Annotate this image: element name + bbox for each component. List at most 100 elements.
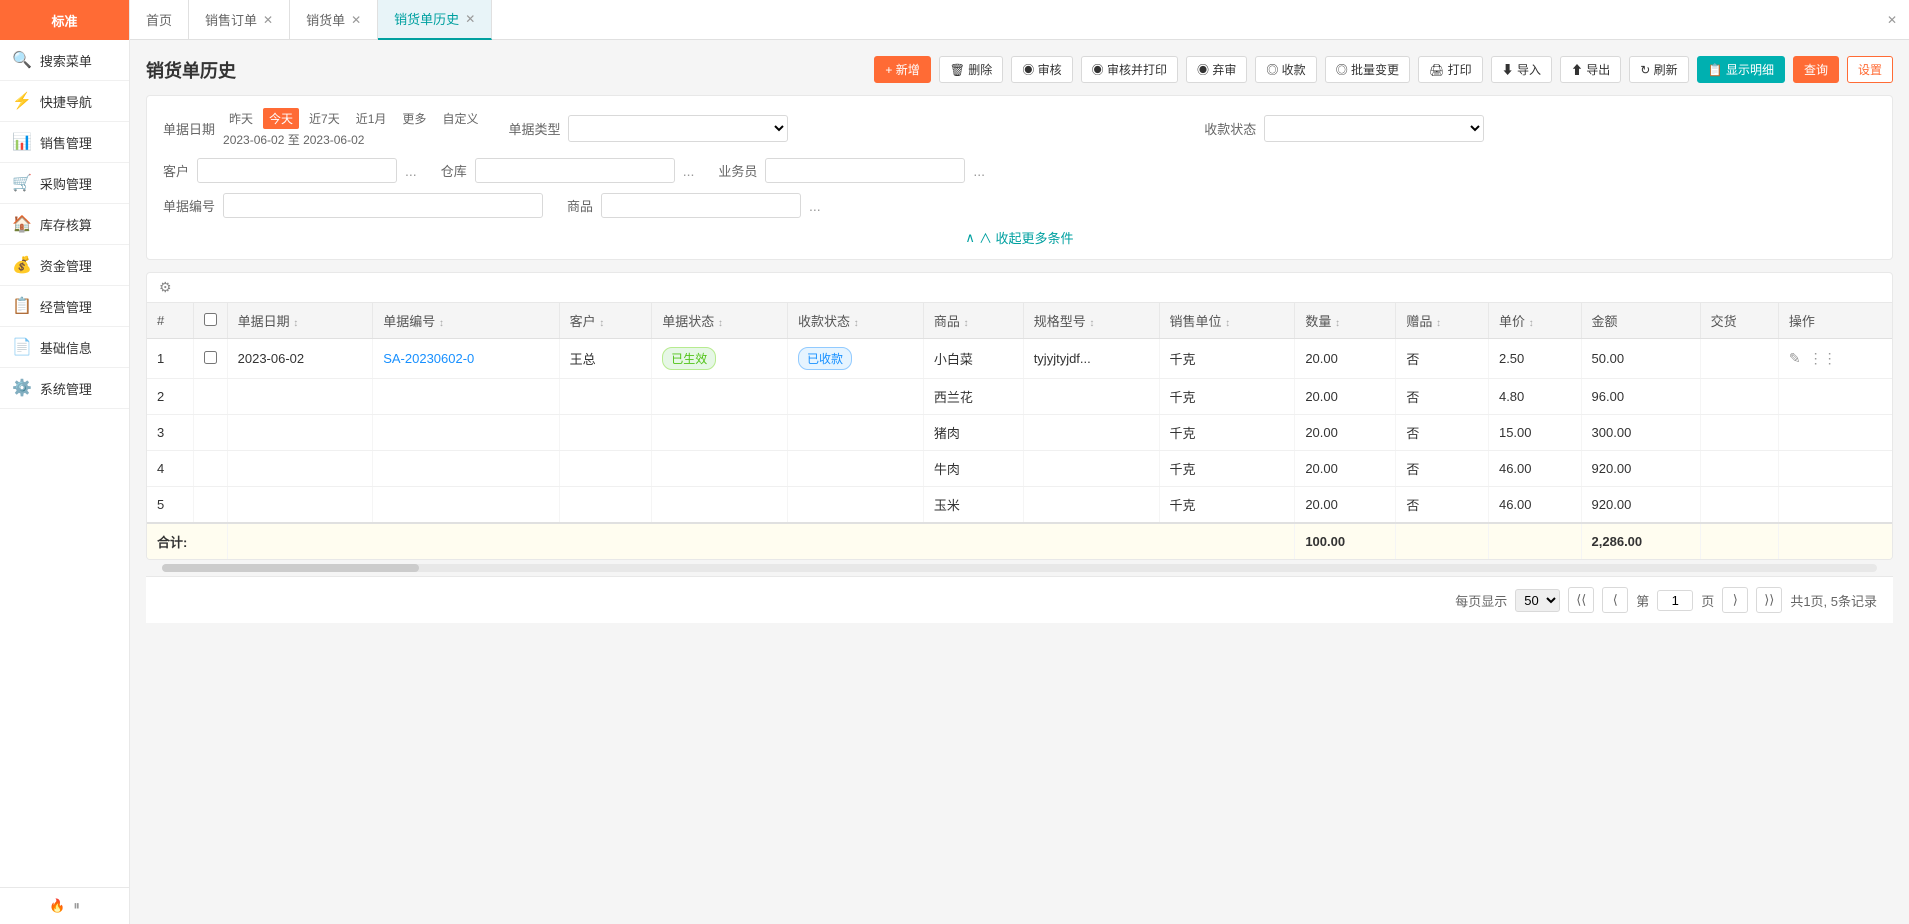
sidebar-item-funds-mgmt[interactable]: 💰 资金管理 [0,245,129,286]
refresh-button[interactable]: ↻ 刷新 [1629,56,1688,83]
scroll-thumb[interactable] [162,564,419,572]
collapse-label: ∧ 收起更多条件 [979,228,1074,247]
sidebar-item-sales-mgmt[interactable]: 📊 销售管理 [0,122,129,163]
date-tab-today[interactable]: 今天 [263,108,299,129]
col-goods[interactable]: 商品 ↕ [923,303,1023,339]
last-page-btn[interactable]: ⟩⟩ [1756,587,1782,613]
prev-page-btn[interactable]: ⟨ [1602,587,1628,613]
cell-price: 46.00 [1488,451,1581,487]
tab-sales-delivery[interactable]: 销货单 ✕ [290,0,378,40]
next-page-btn[interactable]: ⟩ [1722,587,1748,613]
sidebar-item-label: 库存核算 [40,215,92,234]
print-button[interactable]: 🖨 打印 [1418,56,1483,83]
tab-sales-delivery-close[interactable]: ✕ [351,13,361,27]
agent-picker-btn[interactable]: ... [973,163,985,179]
sidebar-item-ops-mgmt[interactable]: 📋 经营管理 [0,286,129,327]
cell-amount: 920.00 [1581,451,1700,487]
sidebar-item-search-menu[interactable]: 🔍 搜索菜单 [0,40,129,81]
settings-button[interactable]: 设置 [1847,56,1893,83]
warehouse-picker-btn[interactable]: ... [683,163,695,179]
col-date[interactable]: 单据日期 ↕ [227,303,373,339]
tab-sales-order[interactable]: 销售订单 ✕ [189,0,290,40]
sidebar-item-label: 采购管理 [40,174,92,193]
collect-button[interactable]: ◎ 收款 [1255,56,1316,83]
row-checkbox[interactable] [204,351,217,364]
cell-doc-status: 已生效 [652,339,788,379]
sidebar-item-label: 资金管理 [40,256,92,275]
batch-change-button[interactable]: ◎ 批量变更 [1325,56,1410,83]
sidebar-item-sys-mgmt[interactable]: ⚙️ 系统管理 [0,368,129,409]
cell-qty: 20.00 [1295,379,1396,415]
abandon-button[interactable]: ◉ 弃审 [1186,56,1247,83]
warehouse-input[interactable] [475,158,675,183]
table-settings-icon[interactable]: ⚙ [159,279,172,296]
select-all-checkbox[interactable] [204,313,217,326]
agent-input[interactable] [765,158,965,183]
export-button[interactable]: ⬆ 导出 [1560,56,1621,83]
cell-spec [1023,379,1159,415]
date-tab-more[interactable]: 更多 [396,108,432,129]
date-tab-1month[interactable]: 近1月 [350,108,393,129]
total-info: 共1页, 5条记录 [1790,591,1877,610]
customer-label: 客户 [163,161,189,180]
page-number-input[interactable] [1657,590,1693,611]
sidebar-item-quick-nav[interactable]: ⚡ 快捷导航 [0,81,129,122]
table-row: 3 猪肉 千克 20.00 否 15.00 300.00 [147,415,1892,451]
col-price[interactable]: 单价 ↕ [1488,303,1581,339]
col-doc-status[interactable]: 单据状态 ↕ [652,303,788,339]
doc-type-select[interactable] [568,115,788,142]
col-unit[interactable]: 销售单位 ↕ [1159,303,1295,339]
sidebar-collapse-btn[interactable]: 🔥 ⏸ [0,888,129,924]
new-button[interactable]: + 新增 [874,56,930,83]
goods-input[interactable] [601,193,801,218]
date-tab-custom[interactable]: 自定义 [436,108,484,129]
delete-button[interactable]: 🗑 删除 [939,56,1004,83]
customer-picker-btn[interactable]: ... [405,163,417,179]
goods-picker-btn[interactable]: ... [809,198,821,214]
date-tab-yesterday[interactable]: 昨天 [223,108,259,129]
collapse-filter-btn[interactable]: ∧ ∧ 收起更多条件 [163,228,1876,247]
tab-home[interactable]: 首页 [130,0,189,40]
filter-agent: 业务员 ... [718,158,985,183]
tab-sales-order-close[interactable]: ✕ [263,13,273,27]
per-page-select[interactable]: 50 [1515,589,1560,612]
col-pay-status[interactable]: 收款状态 ↕ [788,303,924,339]
tab-sales-delivery-history-close[interactable]: ✕ [465,12,475,26]
search-menu-icon: 🔍 [12,50,32,70]
cell-price: 2.50 [1488,339,1581,379]
sidebar-item-label: 经营管理 [40,297,92,316]
import-button[interactable]: ⬇ 导入 [1491,56,1552,83]
sidebar-item-basic-info[interactable]: 📄 基础信息 [0,327,129,368]
cell-seq: 5 [147,487,193,524]
payment-status-select[interactable] [1264,115,1484,142]
col-gift[interactable]: 赠品 ↕ [1396,303,1489,339]
col-customer[interactable]: 客户 ↕ [559,303,652,339]
cell-price: 4.80 [1488,379,1581,415]
show-details-button[interactable]: 📋 显示明细 [1697,56,1785,83]
sidebar-item-purchase-mgmt[interactable]: 🛒 采购管理 [0,163,129,204]
tab-sales-delivery-history[interactable]: 销货单历史 ✕ [378,0,492,40]
cell-unit: 千克 [1159,379,1295,415]
col-qty[interactable]: 数量 ↕ [1295,303,1396,339]
summary-amount: 2,286.00 [1581,523,1700,559]
col-spec[interactable]: 规格型号 ↕ [1023,303,1159,339]
horizontal-scrollbar[interactable] [162,564,1877,572]
cell-doc-no [373,451,559,487]
more-icon[interactable]: ⋮⋮ [1809,350,1837,367]
date-tab-7days[interactable]: 近7天 [303,108,346,129]
col-action: 操作 [1778,303,1892,339]
close-all-tabs[interactable]: ✕ [1875,13,1909,27]
customer-input[interactable] [197,158,397,183]
sidebar-item-inventory[interactable]: 🏠 库存核算 [0,204,129,245]
doc-no-input[interactable] [223,193,543,218]
purchase-mgmt-icon: 🛒 [12,173,32,193]
cell-price: 15.00 [1488,415,1581,451]
edit-icon[interactable]: ✎ [1789,350,1801,367]
first-page-btn[interactable]: ⟨⟨ [1568,587,1594,613]
col-doc-no[interactable]: 单据编号 ↕ [373,303,559,339]
audit-print-button[interactable]: ◉ 审核并打印 [1081,56,1178,83]
cell-goods: 猪肉 [923,415,1023,451]
cell-doc-status [652,415,788,451]
query-button[interactable]: 查询 [1793,56,1839,83]
audit-button[interactable]: ◉ 审核 [1011,56,1072,83]
